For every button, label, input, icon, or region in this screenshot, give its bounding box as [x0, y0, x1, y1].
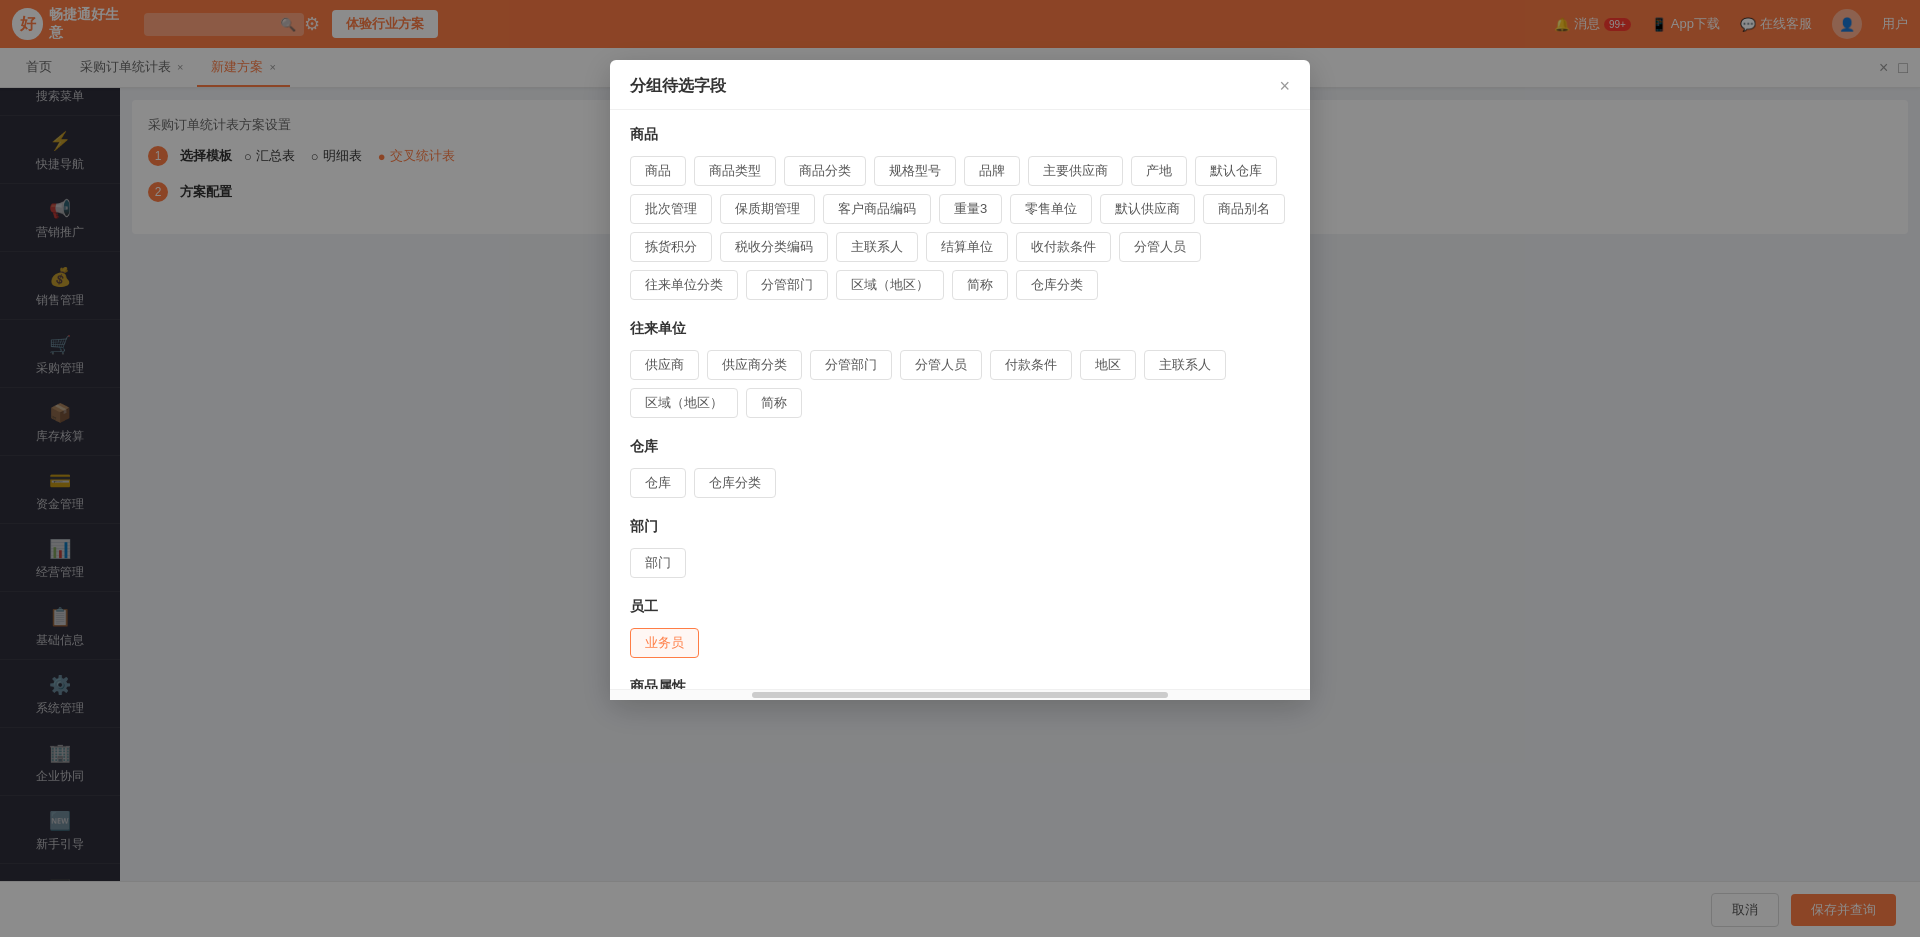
modal-close-button[interactable]: × [1279, 76, 1290, 97]
section-warehouse: 仓库仓库仓库分类 [630, 438, 1290, 498]
modal-header: 分组待选字段 × [610, 60, 1310, 110]
field-tag-部门[interactable]: 部门 [630, 548, 686, 578]
section-employee: 员工业务员 [630, 598, 1290, 658]
field-tag-仓库分类[interactable]: 仓库分类 [1016, 270, 1098, 300]
modal-body: 商品商品商品类型商品分类规格型号品牌主要供应商产地默认仓库批次管理保质期管理客户… [610, 110, 1310, 689]
field-tag-产地[interactable]: 产地 [1131, 156, 1187, 186]
field-tag-分管部门[interactable]: 分管部门 [810, 350, 892, 380]
field-tag-区域（地区）[interactable]: 区域（地区） [836, 270, 944, 300]
modal-hscroll-thumb [752, 692, 1167, 698]
section-warehouse-title: 仓库 [630, 438, 1290, 456]
field-tag-分管人员[interactable]: 分管人员 [1119, 232, 1201, 262]
section-department-title: 部门 [630, 518, 1290, 536]
field-tag-结算单位[interactable]: 结算单位 [926, 232, 1008, 262]
field-tag-供应商[interactable]: 供应商 [630, 350, 699, 380]
field-tag-批次管理[interactable]: 批次管理 [630, 194, 712, 224]
section-product-attr: 商品属性属性颜色多规格尺码鞋码1 [630, 678, 1290, 689]
modal-title: 分组待选字段 [630, 76, 726, 97]
modal-overlay: 分组待选字段 × 商品商品商品类型商品分类规格型号品牌主要供应商产地默认仓库批次… [0, 0, 1920, 937]
section-contact-title: 往来单位 [630, 320, 1290, 338]
field-tag-仓库分类[interactable]: 仓库分类 [694, 468, 776, 498]
section-contact: 往来单位供应商供应商分类分管部门分管人员付款条件地区主联系人区域（地区） 简称 [630, 320, 1290, 418]
section-product-title: 商品 [630, 126, 1290, 144]
field-tag-地区[interactable]: 地区 [1080, 350, 1136, 380]
field-tag-商品别名[interactable]: 商品别名 [1203, 194, 1285, 224]
section-warehouse-tags: 仓库仓库分类 [630, 468, 1290, 498]
field-tag-零售单位[interactable]: 零售单位 [1010, 194, 1092, 224]
field-tag-默认仓库[interactable]: 默认仓库 [1195, 156, 1277, 186]
field-tag-保质期管理[interactable]: 保质期管理 [720, 194, 815, 224]
field-tag-收付款条件[interactable]: 收付款条件 [1016, 232, 1111, 262]
field-tag-默认供应商[interactable]: 默认供应商 [1100, 194, 1195, 224]
field-tag-商品分类[interactable]: 商品分类 [784, 156, 866, 186]
field-tag-分管人员[interactable]: 分管人员 [900, 350, 982, 380]
field-tag-简称[interactable]: 简称 [746, 388, 802, 418]
field-tag-付款条件[interactable]: 付款条件 [990, 350, 1072, 380]
field-tag-主要供应商[interactable]: 主要供应商 [1028, 156, 1123, 186]
field-tag-主联系人[interactable]: 主联系人 [1144, 350, 1226, 380]
section-product-tags: 商品商品类型商品分类规格型号品牌主要供应商产地默认仓库批次管理保质期管理客户商品… [630, 156, 1290, 300]
field-tag-税收分类编码[interactable]: 税收分类编码 [720, 232, 828, 262]
field-tag-往来单位分类[interactable]: 往来单位分类 [630, 270, 738, 300]
field-tag-商品类型[interactable]: 商品类型 [694, 156, 776, 186]
field-tag-拣货积分[interactable]: 拣货积分 [630, 232, 712, 262]
field-tag-供应商分类[interactable]: 供应商分类 [707, 350, 802, 380]
section-employee-tags: 业务员 [630, 628, 1290, 658]
field-tag-规格型号[interactable]: 规格型号 [874, 156, 956, 186]
field-tag-商品[interactable]: 商品 [630, 156, 686, 186]
field-tag-品牌[interactable]: 品牌 [964, 156, 1020, 186]
modal-horizontal-scrollbar[interactable] [610, 689, 1310, 700]
field-tag-仓库[interactable]: 仓库 [630, 468, 686, 498]
field-tag-简称[interactable]: 简称 [952, 270, 1008, 300]
section-employee-title: 员工 [630, 598, 1290, 616]
field-tag-分管部门[interactable]: 分管部门 [746, 270, 828, 300]
section-department: 部门部门 [630, 518, 1290, 578]
field-tag-客户商品编码[interactable]: 客户商品编码 [823, 194, 931, 224]
field-selection-modal: 分组待选字段 × 商品商品商品类型商品分类规格型号品牌主要供应商产地默认仓库批次… [610, 60, 1310, 700]
field-tag-业务员[interactable]: 业务员 [630, 628, 699, 658]
section-contact-tags: 供应商供应商分类分管部门分管人员付款条件地区主联系人区域（地区） 简称 [630, 350, 1290, 418]
field-tag-重量3[interactable]: 重量3 [939, 194, 1002, 224]
section-product: 商品商品商品类型商品分类规格型号品牌主要供应商产地默认仓库批次管理保质期管理客户… [630, 126, 1290, 300]
section-department-tags: 部门 [630, 548, 1290, 578]
section-product-attr-title: 商品属性 [630, 678, 1290, 689]
field-tag-主联系人[interactable]: 主联系人 [836, 232, 918, 262]
field-tag-区域（地区）[interactable]: 区域（地区） [630, 388, 738, 418]
